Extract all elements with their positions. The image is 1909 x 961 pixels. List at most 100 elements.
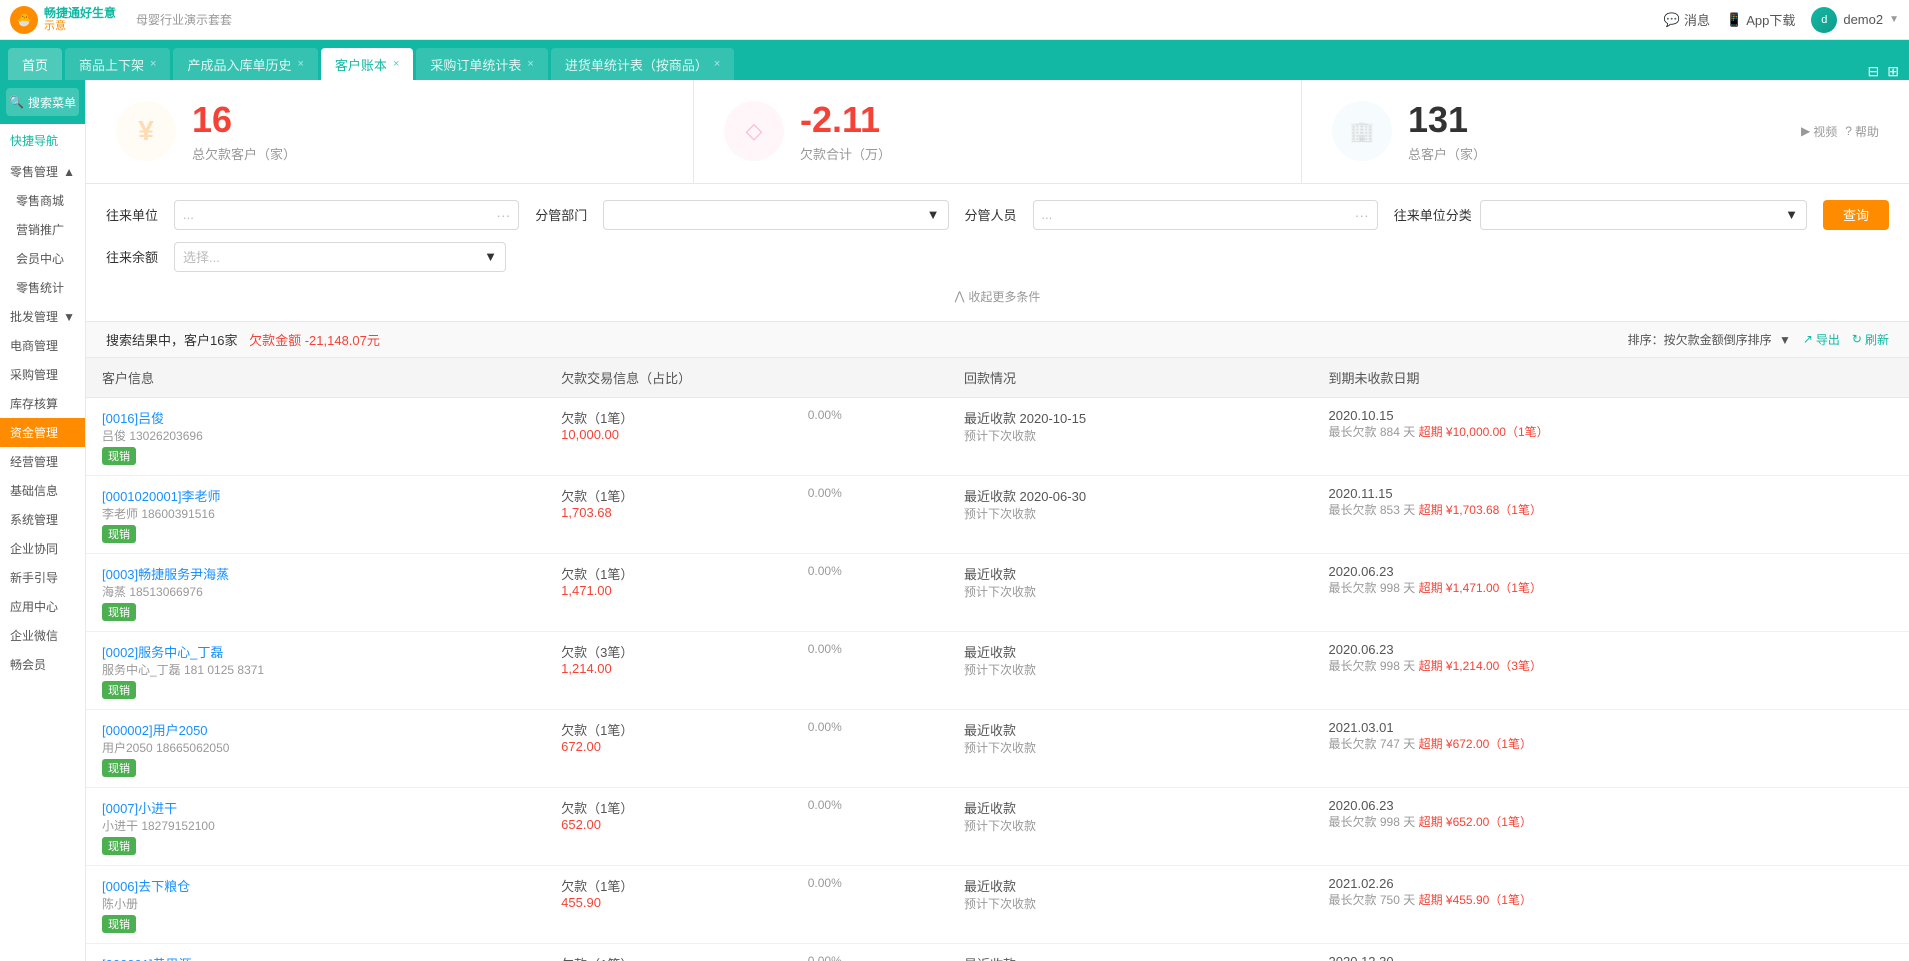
sidebar-item-retail-stats[interactable]: 零售统计	[0, 273, 85, 302]
debt-amount[interactable]: 1,471.00	[561, 583, 776, 598]
sidebar-item-newbie[interactable]: 新手引导	[0, 563, 85, 592]
sidebar-item-apps[interactable]: 应用中心	[0, 592, 85, 621]
cell-customer: [0001020001]李老师 李老师 18600391516 现销	[86, 475, 545, 553]
company-name: 母婴行业演示套套	[136, 11, 232, 28]
help-btn[interactable]: ? 帮助	[1845, 123, 1879, 140]
close-icon[interactable]: ×	[527, 58, 533, 70]
sidebar-item-member2[interactable]: 畅会员	[0, 650, 85, 679]
cell-due-date: 2021.03.01 最长欠款 747 天 超期 ¥672.00（1笔）	[1313, 709, 1909, 787]
table-row: [0016]吕俊 吕俊 13026203696 现销 欠款（1笔） 10,000…	[86, 397, 1909, 475]
dept-select[interactable]: ▼	[603, 200, 948, 230]
sidebar-item-quick-nav[interactable]: 快捷导航	[0, 124, 85, 157]
close-icon[interactable]: ×	[297, 58, 303, 70]
logo-icon: 🐣	[10, 6, 38, 34]
cell-repay: 最近收款 2020-10-15 预计下次收款	[948, 397, 1313, 475]
collapse-button[interactable]: ⋀ 收起更多条件	[955, 288, 1041, 305]
export-btn[interactable]: ↗ 导出	[1803, 331, 1840, 348]
person-input[interactable]: ... ···	[1033, 200, 1378, 230]
overdue-link[interactable]: 超期 ¥10,000.00（1笔）	[1419, 425, 1549, 439]
sidebar-item-marketing[interactable]: 营销推广	[0, 215, 85, 244]
customer-name-link[interactable]: [000002]用户2050	[102, 720, 529, 739]
overdue-days: 最长欠款 747 天 超期 ¥672.00（1笔）	[1329, 735, 1893, 752]
minimize-icon[interactable]: ⊟	[1868, 63, 1880, 80]
debt-amount[interactable]: 672.00	[561, 739, 776, 754]
chevron-down-icon: ▼	[927, 207, 940, 222]
table-row: [0007]小进干 小进干 18279152100 现销 欠款（1笔） 652.…	[86, 787, 1909, 865]
sidebar-item-ecommerce[interactable]: 电商管理	[0, 331, 85, 360]
sidebar-item-inventory[interactable]: 库存核算	[0, 389, 85, 418]
customer-phone: 李老师 18600391516	[102, 505, 529, 522]
message-btn[interactable]: 💬 消息	[1664, 10, 1710, 29]
tab-production[interactable]: 产成品入库单历史 ×	[173, 48, 317, 80]
close-icon[interactable]: ×	[393, 58, 399, 70]
debt-amount[interactable]: 10,000.00	[561, 427, 776, 442]
app-download-btn[interactable]: 📱 App下载	[1726, 10, 1795, 29]
debt-count: 欠款（1笔）	[561, 408, 776, 427]
customer-name-link[interactable]: [0016]吕俊	[102, 408, 529, 427]
tab-goods[interactable]: 商品上下架 ×	[65, 48, 170, 80]
from-unit-input[interactable]: ... ···	[174, 200, 519, 230]
overdue-link[interactable]: 超期 ¥652.00（1笔）	[1419, 815, 1532, 829]
cell-customer: [0003]畅捷服务尹海蒸 海蒸 18513066976 现销	[86, 553, 545, 631]
customer-name-link[interactable]: [0006]去下粮仓	[102, 876, 529, 895]
sidebar-item-system[interactable]: 系统管理	[0, 505, 85, 534]
sidebar-item-purchase[interactable]: 采购管理	[0, 360, 85, 389]
customer-name-link[interactable]: [0003]畅捷服务尹海蒸	[102, 564, 529, 583]
filter-from-unit: 往来单位 ... ···	[106, 200, 519, 230]
customer-phone: 陈小册	[102, 895, 529, 912]
stat-icon-customers: 🏢	[1332, 101, 1392, 161]
top-bar: 🐣 畅捷通好生意 示意 母婴行业演示套套 💬 消息 📱 App下载 d demo…	[0, 0, 1909, 40]
close-icon[interactable]: ×	[714, 58, 720, 70]
filter-section: 往来单位 ... ··· 分管部门 ▼ 分管人	[86, 184, 1909, 322]
cell-debt-percent: 0.00%	[792, 475, 948, 553]
customer-name-link[interactable]: [0007]小进干	[102, 798, 529, 817]
more-icon: ···	[1355, 207, 1369, 223]
tab-customer-account[interactable]: 客户账本 ×	[321, 48, 413, 80]
user-menu[interactable]: d demo2 ▼	[1811, 7, 1899, 33]
sidebar-item-finance[interactable]: 资金管理	[0, 418, 85, 447]
due-date: 2020.11.15	[1329, 486, 1893, 501]
chevron-down-icon: ▼	[1889, 14, 1899, 25]
overdue-link[interactable]: 超期 ¥672.00（1笔）	[1419, 737, 1532, 751]
debt-percent: 0.00%	[808, 486, 932, 500]
refresh-btn[interactable]: ↻ 刷新	[1852, 331, 1889, 348]
overdue-link[interactable]: 超期 ¥1,471.00（1笔）	[1419, 581, 1542, 595]
customer-phone: 小进干 18279152100	[102, 817, 529, 834]
overdue-days: 最长欠款 884 天 超期 ¥10,000.00（1笔）	[1329, 423, 1893, 440]
unit-class-select[interactable]: ▼	[1480, 200, 1807, 230]
debt-amount[interactable]: 455.90	[561, 895, 776, 910]
stat-label-debt-amount: 欠款合计（万）	[800, 144, 891, 163]
sidebar-item-operations[interactable]: 经营管理	[0, 447, 85, 476]
stat-icon-amount: ◇	[724, 101, 784, 161]
debt-amount[interactable]: 1,703.68	[561, 505, 776, 520]
sidebar-item-basic-info[interactable]: 基础信息	[0, 476, 85, 505]
tab-home[interactable]: 首页	[8, 48, 62, 80]
sidebar-item-enterprise[interactable]: 企业协同	[0, 534, 85, 563]
cell-customer: [000001]黄思源 黄思源 13552700226 现销	[86, 943, 545, 961]
arrow-icon: ▲	[63, 165, 75, 179]
debt-percent: 0.00%	[808, 642, 932, 656]
sidebar-item-retail-mgmt[interactable]: 零售管理▲	[0, 157, 85, 186]
balance-select[interactable]: 选择... ▼	[174, 242, 506, 272]
overdue-link[interactable]: 超期 ¥1,703.68（1笔）	[1419, 503, 1542, 517]
sidebar-item-wholesale-mgmt[interactable]: 批发管理▼	[0, 302, 85, 331]
next-collect: 预计下次收款	[964, 505, 1297, 522]
sidebar-item-wechat[interactable]: 企业微信	[0, 621, 85, 650]
search-button[interactable]: 查询	[1823, 200, 1889, 230]
view-btn[interactable]: ▶ 视频	[1801, 123, 1837, 140]
customer-name-link[interactable]: [0001020001]李老师	[102, 486, 529, 505]
close-icon[interactable]: ×	[150, 58, 156, 70]
search-menu-btn[interactable]: 🔍 搜索菜单	[6, 88, 79, 116]
debt-amount[interactable]: 652.00	[561, 817, 776, 832]
overdue-link[interactable]: 超期 ¥1,214.00（3笔）	[1419, 659, 1542, 673]
cell-due-date: 2020.06.23 最长欠款 998 天 超期 ¥1,471.00（1笔）	[1313, 553, 1909, 631]
debt-amount[interactable]: 1,214.00	[561, 661, 776, 676]
tab-purchase-stats[interactable]: 进货单统计表（按商品） ×	[551, 48, 734, 80]
sidebar-item-retail-mall[interactable]: 零售商城	[0, 186, 85, 215]
maximize-icon[interactable]: ⊞	[1887, 63, 1899, 80]
tab-purchase-order[interactable]: 采购订单统计表 ×	[416, 48, 547, 80]
customer-name-link[interactable]: [0002]服务中心_丁磊	[102, 642, 529, 661]
sidebar-item-member[interactable]: 会员中心	[0, 244, 85, 273]
overdue-link[interactable]: 超期 ¥455.90（1笔）	[1419, 893, 1532, 907]
customer-name-link[interactable]: [000001]黄思源	[102, 954, 529, 961]
